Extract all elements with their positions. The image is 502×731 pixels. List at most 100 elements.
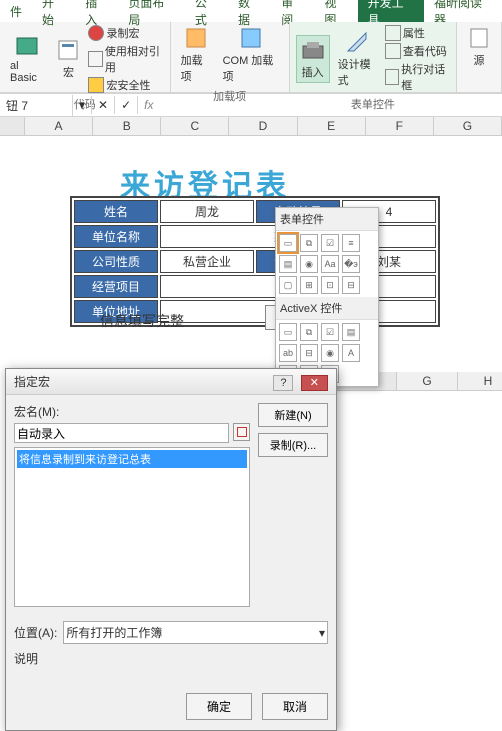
formula-input[interactable] bbox=[160, 103, 502, 107]
location-select[interactable]: 所有打开的工作簿▾ bbox=[63, 621, 328, 644]
vb-label: al Basic bbox=[10, 60, 44, 84]
more3-icon[interactable]: ⊟ bbox=[342, 276, 360, 294]
macros-button[interactable]: 宏 bbox=[52, 36, 84, 82]
col-g[interactable]: G bbox=[434, 117, 502, 135]
ok-button[interactable]: 确定 bbox=[186, 693, 252, 720]
ax-check-icon[interactable]: ☑ bbox=[321, 323, 339, 341]
source-icon bbox=[467, 26, 491, 50]
run-dialog-button[interactable]: 执行对话框 bbox=[385, 60, 450, 94]
record-macro-button[interactable]: 录制(R)... bbox=[258, 433, 328, 457]
col-h2[interactable]: H bbox=[458, 372, 502, 390]
col-g2[interactable]: G bbox=[397, 372, 458, 390]
visual-basic-button[interactable]: al Basic bbox=[6, 32, 48, 86]
dialog-help-button[interactable]: ? bbox=[273, 375, 293, 391]
shield-icon bbox=[88, 77, 104, 93]
ax-list-icon[interactable]: ▤ bbox=[342, 323, 360, 341]
group-addins: 加载项 COM 加载项 加载项 bbox=[171, 22, 290, 92]
macro-name-label: 宏名(M): bbox=[14, 403, 250, 420]
record-macro-button[interactable]: 录制宏 bbox=[88, 24, 163, 42]
fx-button[interactable]: fx bbox=[138, 96, 159, 114]
col-a[interactable]: A bbox=[25, 117, 93, 135]
ax-text-icon[interactable]: ab bbox=[279, 344, 297, 362]
macro-list[interactable]: 将信息录制到来访登记总表 bbox=[14, 447, 250, 607]
button-control-icon[interactable]: ▭ bbox=[279, 234, 297, 252]
dialog-close-button[interactable]: ✕ bbox=[301, 375, 328, 391]
name-box[interactable]: 钮 7 bbox=[0, 95, 73, 116]
description-label: 说明 bbox=[14, 650, 328, 667]
checkbox-control-icon[interactable]: ☑ bbox=[321, 234, 339, 252]
grid[interactable]: 来访登记表 姓名周龙自动编号4 单位名称某某单位 公司性质私营企业法人代表刘某 … bbox=[0, 136, 502, 336]
assign-macro-dialog: 指定宏 ? ✕ 宏名(M): 将信息录制到来访登记总表 新建(N) 录制(R).… bbox=[5, 368, 337, 731]
relref-icon bbox=[88, 51, 102, 67]
properties-button[interactable]: 属性 bbox=[385, 24, 450, 42]
listbox-control-icon[interactable]: ▤ bbox=[279, 255, 297, 273]
info-text: 信息填写完整 bbox=[100, 311, 184, 331]
macro-security-button[interactable]: 宏安全性 bbox=[88, 76, 163, 94]
props-icon bbox=[385, 25, 401, 41]
combo-control-icon[interactable]: ⧉ bbox=[300, 234, 318, 252]
more1-icon[interactable]: ⊞ bbox=[300, 276, 318, 294]
column-headers: A B C D E F G bbox=[0, 117, 502, 136]
group-addins-label: 加载项 bbox=[177, 88, 283, 104]
tab-file[interactable]: 件 bbox=[0, 0, 32, 23]
ax-combo-icon[interactable]: ⧉ bbox=[300, 323, 318, 341]
name-box-dd[interactable]: ▾ bbox=[73, 96, 92, 114]
insert-control-button[interactable]: 插入 bbox=[296, 35, 330, 83]
com-addins-button[interactable]: COM 加载项 bbox=[219, 24, 283, 86]
lbl-type: 公司性质 bbox=[74, 250, 158, 273]
enter-formula[interactable]: ✓ bbox=[115, 96, 138, 114]
label-control-icon[interactable]: Aa bbox=[321, 255, 339, 273]
lbl-biz: 经营项目 bbox=[74, 275, 158, 298]
registration-table: 姓名周龙自动编号4 单位名称某某单位 公司性质私营企业法人代表刘某 经营项目日用… bbox=[70, 196, 440, 327]
cancel-button[interactable]: 取消 bbox=[262, 693, 328, 720]
code-icon bbox=[385, 43, 401, 59]
col-b[interactable]: B bbox=[93, 117, 161, 135]
macro-icon bbox=[56, 38, 80, 62]
groupbox-control-icon[interactable]: ▢ bbox=[279, 276, 297, 294]
dialog-title: 指定宏 bbox=[14, 373, 50, 390]
scrollbar-control-icon[interactable]: �э bbox=[342, 255, 360, 273]
relative-ref-button[interactable]: 使用相对引用 bbox=[88, 42, 163, 76]
val-type[interactable]: 私营企业 bbox=[160, 250, 254, 273]
cancel-formula[interactable]: ✕ bbox=[92, 96, 115, 114]
ax-scroll-icon[interactable]: ⊟ bbox=[300, 344, 318, 362]
macro-name-input[interactable] bbox=[14, 423, 229, 443]
col-c[interactable]: C bbox=[161, 117, 229, 135]
record-icon bbox=[88, 25, 104, 41]
ribbon: 件 开始 插入 页面布局 公式 数据 审阅 视图 开发工具 福昕阅读器 al B… bbox=[0, 0, 502, 94]
addins-button[interactable]: 加载项 bbox=[177, 24, 215, 86]
more2-icon[interactable]: ⊡ bbox=[321, 276, 339, 294]
dd-activex-label: ActiveX 控件 bbox=[276, 297, 378, 320]
col-e[interactable]: E bbox=[298, 117, 366, 135]
col-f[interactable]: F bbox=[366, 117, 434, 135]
addin-icon bbox=[184, 26, 208, 50]
option-control-icon[interactable]: ◉ bbox=[300, 255, 318, 273]
group-code: al Basic 宏 录制宏 使用相对引用 宏安全性 代码 bbox=[0, 22, 171, 92]
group-controls: 插入 设计模式 属性 查看代码 执行对话框 表单控件 bbox=[290, 22, 457, 92]
source-button[interactable]: 源 bbox=[463, 24, 495, 70]
new-macro-button[interactable]: 新建(N) bbox=[258, 403, 328, 427]
worksheet: A B C D E F G 来访登记表 姓名周龙自动编号4 单位名称某某单位 公… bbox=[0, 117, 502, 336]
ref-picker-icon[interactable] bbox=[233, 423, 250, 441]
select-all[interactable] bbox=[0, 117, 25, 135]
ruler-icon bbox=[345, 30, 369, 54]
col-d[interactable]: D bbox=[229, 117, 297, 135]
lbl-name: 姓名 bbox=[74, 200, 158, 223]
spinner-control-icon[interactable]: ≡ bbox=[342, 234, 360, 252]
location-label: 位置(A): bbox=[14, 624, 57, 641]
form-controls-grid: ▭ ⧉ ☑ ≡ ▤ ◉ Aa �э ▢ ⊞ ⊡ ⊟ bbox=[276, 231, 378, 297]
design-mode-button[interactable]: 设计模式 bbox=[334, 28, 381, 90]
com-icon bbox=[239, 26, 263, 50]
chevron-down-icon: ▾ bbox=[319, 626, 325, 640]
ax-spin-icon[interactable]: ◉ bbox=[321, 344, 339, 362]
macro-list-item[interactable]: 将信息录制到来访登记总表 bbox=[17, 450, 247, 468]
macro-label: 宏 bbox=[63, 64, 74, 80]
ax-button-icon[interactable]: ▭ bbox=[279, 323, 297, 341]
ax-label-icon[interactable]: A bbox=[342, 344, 360, 362]
controls-dropdown: 表单控件 ▭ ⧉ ☑ ≡ ▤ ◉ Aa �э ▢ ⊞ ⊡ ⊟ ActiveX 控… bbox=[275, 207, 379, 387]
dialog-titlebar[interactable]: 指定宏 ? ✕ bbox=[6, 369, 336, 395]
vb-icon bbox=[15, 34, 39, 58]
run-icon bbox=[385, 69, 399, 85]
val-name[interactable]: 周龙 bbox=[160, 200, 254, 223]
view-code-button[interactable]: 查看代码 bbox=[385, 42, 450, 60]
